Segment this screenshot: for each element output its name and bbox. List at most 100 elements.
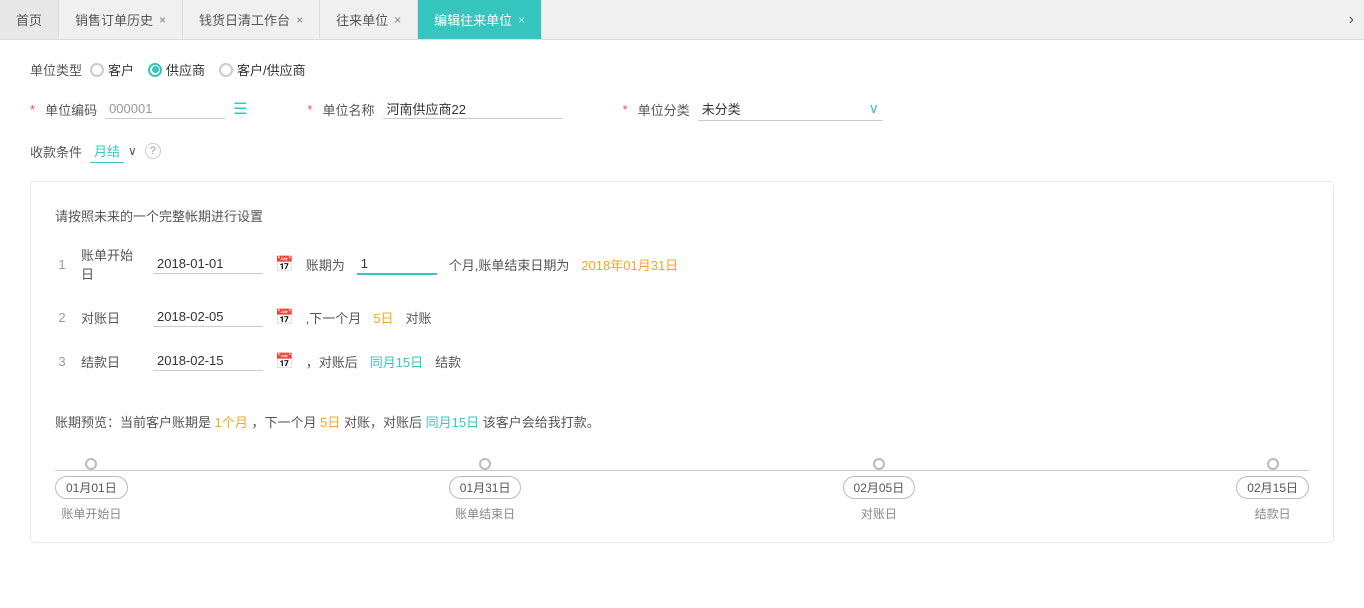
setting-row-1: 1 账单开始日 📅 账期为 个月,账单结束日期为 2018年01月31日 <box>55 245 1309 283</box>
radio-supplier-label: 供应商 <box>166 60 205 79</box>
unit-name-label: 单位名称 <box>322 100 374 119</box>
reconcile-highlight: 5日 <box>373 308 393 327</box>
radio-customer-circle <box>90 63 104 77</box>
radio-customer-label: 客户 <box>108 60 134 79</box>
unit-type-label: 单位类型 <box>30 60 82 79</box>
node-badge-2: 01月31日 <box>449 476 522 499</box>
radio-customer[interactable]: 客户 <box>90 60 134 79</box>
tab-sales-history-label: 销售订单历史 <box>75 10 153 29</box>
preview-highlight3: 同月15日 <box>426 415 479 430</box>
payment-desc-suffix: 结款 <box>435 352 461 371</box>
timeline-node-1: 01月01日 账单开始日 <box>55 458 128 522</box>
radio-supplier[interactable]: 供应商 <box>148 60 205 79</box>
tab-sales-history[interactable]: 销售订单历史 × <box>59 0 183 39</box>
period-suffix: 个月,账单结束日期为 <box>449 255 570 274</box>
unit-category-label: 单位分类 <box>638 100 690 119</box>
period-prefix: 账期为 <box>306 255 345 274</box>
preview-highlight2: 5日 <box>320 415 340 430</box>
tab-edit-partner-close[interactable]: × <box>518 13 525 27</box>
preview-text: 账期预览：当前客户账期是 1个月 ，下一个月 5日 对账，对账后 同月15日 该… <box>55 411 1309 434</box>
payment-label: 收款条件 <box>30 142 82 161</box>
payment-highlight: 同月15日 <box>370 352 423 371</box>
tab-sales-history-close[interactable]: × <box>159 13 166 27</box>
category-required: * <box>623 102 628 117</box>
unit-category-value: 未分类 <box>702 99 741 118</box>
setting-row-2: 2 对账日 📅 ,下一个月 5日 对账 <box>55 307 1309 327</box>
node-dot-1 <box>85 458 97 470</box>
reconcile-date-cal-icon[interactable]: 📅 <box>275 308 294 326</box>
tab-partner-label: 往来单位 <box>336 10 388 29</box>
unit-name-group: * 单位名称 <box>307 99 562 119</box>
tab-edit-partner[interactable]: 编辑往来单位 × <box>418 0 542 39</box>
code-required: * <box>30 102 35 117</box>
node-desc-4: 结款日 <box>1255 505 1291 522</box>
timeline-node-3: 02月05日 对账日 <box>843 458 916 522</box>
payment-value: 月结 <box>90 139 124 163</box>
timeline-node-2: 01月31日 账单结束日 <box>449 458 522 522</box>
node-desc-2: 账单结束日 <box>455 505 515 522</box>
tab-home-label: 首页 <box>16 10 42 29</box>
tab-cash-work-label: 钱货日清工作台 <box>199 10 290 29</box>
tab-partner-close[interactable]: × <box>394 13 401 27</box>
unit-code-input[interactable] <box>105 99 225 119</box>
payment-desc-prefix: ，对账后 <box>306 352 358 371</box>
radio-both-circle <box>219 63 233 77</box>
timeline-node-4: 02月15日 结款日 <box>1236 458 1309 522</box>
payment-help-icon[interactable]: ? <box>145 143 161 159</box>
name-required: * <box>307 102 312 117</box>
preview-highlight1: 1个月 <box>215 415 248 430</box>
tab-cash-work[interactable]: 钱货日清工作台 × <box>183 0 320 39</box>
preview-suffix: 该客户会给我打款。 <box>483 415 600 430</box>
settings-card: 请按照未来的一个完整帐期进行设置 1 账单开始日 📅 账期为 个月,账单结束日期… <box>30 181 1334 543</box>
radio-both-label: 客户/供应商 <box>237 60 306 79</box>
unit-category-group: * 单位分类 未分类 ∨ <box>623 97 883 121</box>
unit-type-row: 单位类型 客户 供应商 客户/供应商 <box>30 60 1334 79</box>
category-dropdown-icon: ∨ <box>869 100 879 117</box>
tab-home[interactable]: 首页 <box>0 0 59 39</box>
radio-both[interactable]: 客户/供应商 <box>219 60 306 79</box>
payment-group: 收款条件 月结 ∨ ? <box>30 139 161 163</box>
node-dot-4 <box>1267 458 1279 470</box>
unit-code-label: 单位编码 <box>45 100 97 119</box>
unit-type-group: 单位类型 客户 供应商 客户/供应商 <box>30 60 306 79</box>
node-badge-4: 02月15日 <box>1236 476 1309 499</box>
reconcile-desc-prefix: ,下一个月 <box>306 308 362 327</box>
tab-cash-work-close[interactable]: × <box>296 13 303 27</box>
code-copy-icon[interactable]: ☰ <box>233 99 247 119</box>
code-name-row: * 单位编码 ☰ * 单位名称 * 单位分类 未分类 ∨ <box>30 97 1334 121</box>
payment-select[interactable]: 月结 ∨ <box>90 139 137 163</box>
preview-section: 账期预览：当前客户账期是 1个月 ，下一个月 5日 对账，对账后 同月15日 该… <box>55 395 1309 434</box>
card-title: 请按照未来的一个完整帐期进行设置 <box>55 206 1309 225</box>
row-num-3: 3 <box>55 354 69 369</box>
timeline-nodes: 01月01日 账单开始日 01月31日 账单结束日 02月05日 对账日 <box>55 458 1309 522</box>
timeline-wrap: 01月01日 账单开始日 01月31日 账单结束日 02月05日 对账日 <box>55 458 1309 522</box>
row-label-2: 对账日 <box>81 308 141 327</box>
node-badge-1: 01月01日 <box>55 476 128 499</box>
payment-date-input[interactable] <box>153 351 263 371</box>
node-desc-3: 对账日 <box>861 505 897 522</box>
main-content: 单位类型 客户 供应商 客户/供应商 * 单位编码 <box>0 40 1364 608</box>
setting-row-3: 3 结款日 📅 ，对账后 同月15日 结款 <box>55 351 1309 371</box>
unit-category-select[interactable]: 未分类 ∨ <box>698 97 883 121</box>
payment-date-cal-icon[interactable]: 📅 <box>275 352 294 370</box>
unit-name-input[interactable] <box>383 99 563 119</box>
reconcile-date-input[interactable] <box>153 307 263 327</box>
row-label-1: 账单开始日 <box>81 245 141 283</box>
node-dot-2 <box>479 458 491 470</box>
tab-bar: 首页 销售订单历史 × 钱货日清工作台 × 往来单位 × 编辑往来单位 × › <box>0 0 1364 40</box>
payment-row: 收款条件 月结 ∨ ? <box>30 139 1334 163</box>
tab-partner[interactable]: 往来单位 × <box>320 0 418 39</box>
node-badge-3: 02月05日 <box>843 476 916 499</box>
tab-edit-partner-label: 编辑往来单位 <box>434 10 512 29</box>
preview-prefix: 账期预览：当前客户账期是 <box>55 415 211 430</box>
start-date-cal-icon[interactable]: 📅 <box>275 255 294 273</box>
tab-expand-button[interactable]: › <box>1339 0 1364 39</box>
row-label-3: 结款日 <box>81 352 141 371</box>
node-desc-1: 账单开始日 <box>61 505 121 522</box>
start-date-input[interactable] <box>153 254 263 274</box>
preview-mid2: 对账，对账后 <box>344 415 422 430</box>
period-input[interactable] <box>357 254 437 275</box>
radio-group: 客户 供应商 客户/供应商 <box>90 60 306 79</box>
row-num-1: 1 <box>55 257 69 272</box>
reconcile-desc-suffix: 对账 <box>406 308 432 327</box>
